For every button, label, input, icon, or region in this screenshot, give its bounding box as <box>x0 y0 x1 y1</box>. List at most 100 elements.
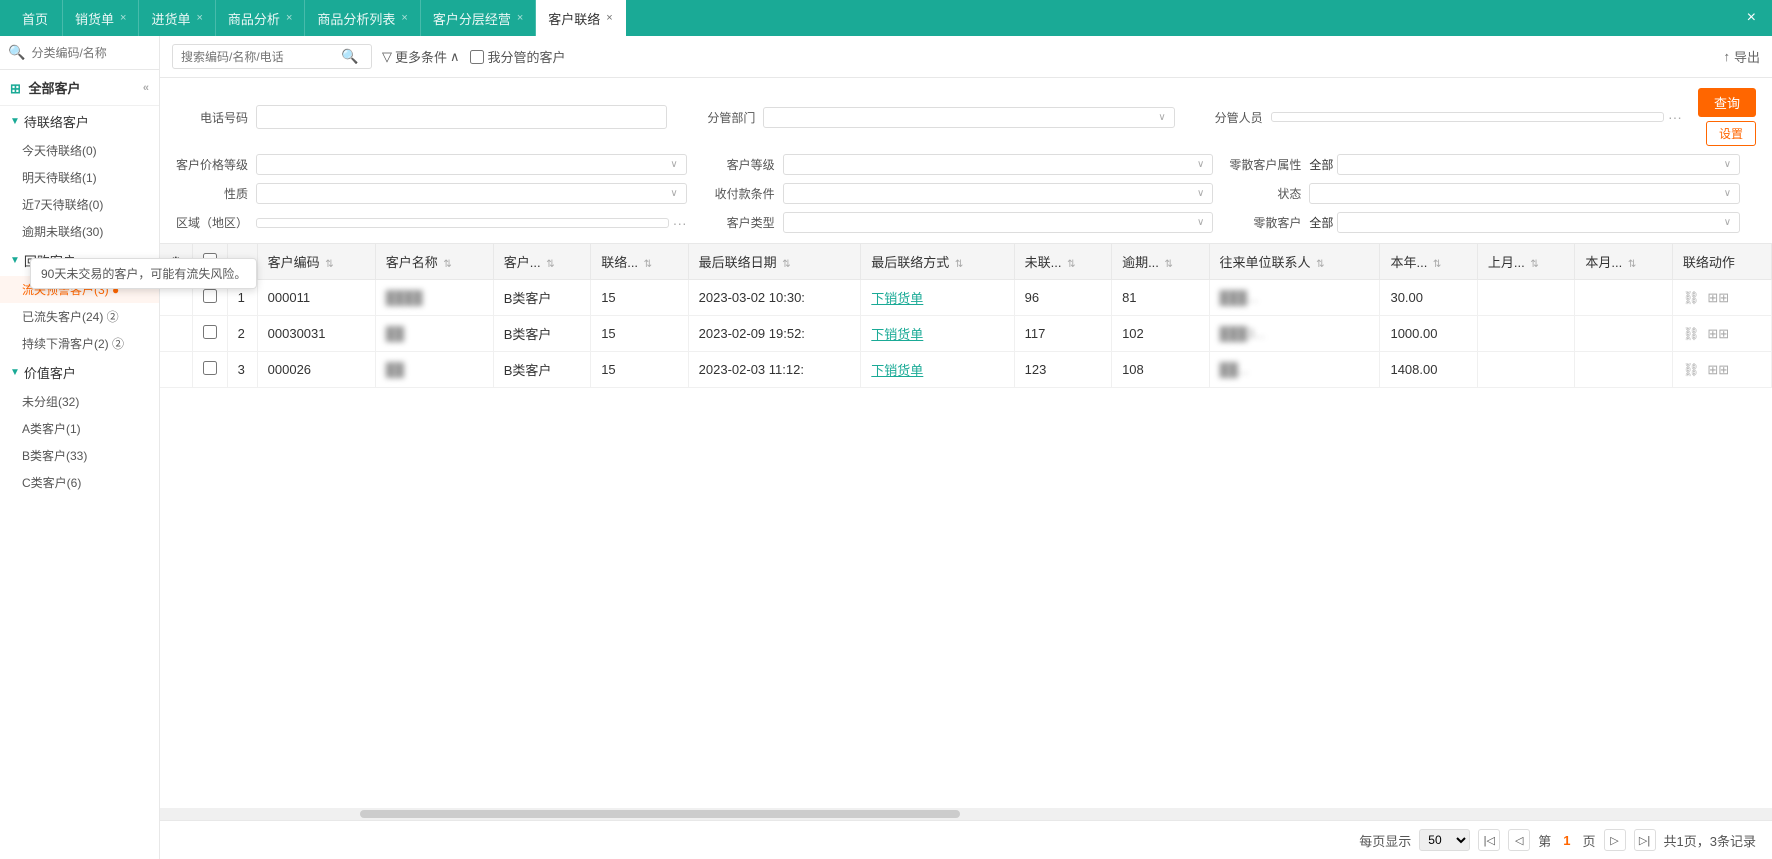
contact-link[interactable]: 下销货单 <box>871 327 923 342</box>
tab-analysis[interactable]: 商品分析 × <box>216 0 305 36</box>
col-this-year[interactable]: 本年... ⇅ <box>1380 244 1477 280</box>
cell-last-date: 2023-02-03 11:12: <box>688 352 861 388</box>
filter-person-select[interactable] <box>1271 112 1664 122</box>
main-search-icon[interactable]: 🔍 <box>341 48 358 65</box>
sidebar-item-today-pending[interactable]: 今天待联络(0) <box>0 137 159 164</box>
filter-person-more-icon[interactable]: ··· <box>1668 109 1682 125</box>
row-checkbox[interactable] <box>203 289 217 303</box>
col-type[interactable]: 客户... ⇅ <box>493 244 590 280</box>
tab-home-label: 首页 <box>22 9 48 28</box>
filter-dept-select[interactable]: ∨ <box>763 107 1174 128</box>
grid-action-icon[interactable]: ⊞⊞ <box>1707 326 1729 342</box>
page-next-btn[interactable]: ▷ <box>1604 829 1626 851</box>
close-customer-tier-icon[interactable]: × <box>517 12 523 24</box>
sidebar-item-class-c[interactable]: C类客户(6) <box>0 469 159 496</box>
filter-level-select[interactable]: ∨ <box>783 154 1214 175</box>
export-button[interactable]: ↑ 导出 <box>1723 47 1760 66</box>
tab-home[interactable]: 首页 <box>8 0 63 36</box>
tab-customer-tier[interactable]: 客户分层经营 × <box>421 0 536 36</box>
col-this-month[interactable]: 本月... ⇅ <box>1575 244 1672 280</box>
main-search-input[interactable] <box>181 50 341 64</box>
contact-link[interactable]: 下销货单 <box>871 291 923 306</box>
sidebar-item-churned[interactable]: 已流失客户(24) ② <box>0 303 159 330</box>
collapse-icon[interactable]: « <box>143 82 149 94</box>
sidebar-search-input[interactable] <box>31 46 151 60</box>
col-name[interactable]: 客户名称 ⇅ <box>375 244 493 280</box>
filter-ctype-select[interactable]: ∨ <box>783 212 1214 233</box>
filter-zero-customer-select[interactable]: ∨ <box>1337 212 1740 233</box>
nav-close-all-button[interactable]: × <box>1739 9 1764 27</box>
filter-payment-select[interactable]: ∨ <box>783 183 1214 204</box>
more-conditions-btn[interactable]: ▽ 更多条件 ∧ <box>382 47 460 66</box>
cell-action: ⛓ ⊞⊞ <box>1672 352 1771 388</box>
horizontal-scrollbar[interactable] <box>160 808 1772 820</box>
sidebar-item-tomorrow-pending[interactable]: 明天待联络(1) <box>0 164 159 191</box>
col-action: 联络动作 <box>1672 244 1771 280</box>
cell-action: ⛓ ⊞⊞ <box>1672 280 1771 316</box>
col-last-date[interactable]: 最后联络日期 ⇅ <box>688 244 861 280</box>
contact-link[interactable]: 下销货单 <box>871 363 923 378</box>
col-code[interactable]: 客户编码 ⇅ <box>257 244 375 280</box>
settings-button[interactable]: 设置 <box>1706 121 1756 146</box>
sidebar-item-overdue-pending[interactable]: 逾期未联络(30) <box>0 218 159 245</box>
tab-purchase-label: 进货单 <box>151 9 190 28</box>
filter-price-select[interactable]: ∨ <box>256 154 687 175</box>
col-not-contact[interactable]: 未联... ⇅ <box>1014 244 1111 280</box>
my-customers-checkbox[interactable] <box>470 50 484 64</box>
close-analysis-list-icon[interactable]: × <box>401 12 407 24</box>
page-suffix: 页 <box>1583 831 1596 850</box>
sidebar-group-pending[interactable]: ▼ 待联络客户 <box>0 106 159 137</box>
filter-gender-select[interactable]: ∨ <box>256 183 687 204</box>
sidebar-item-7days-pending[interactable]: 近7天待联络(0) <box>0 191 159 218</box>
filter-zero-attr-select[interactable]: ∨ <box>1337 154 1740 175</box>
cell-last-method[interactable]: 下销货单 <box>861 316 1014 352</box>
export-icon: ↑ <box>1723 49 1730 64</box>
sidebar-item-ungrouped[interactable]: 未分组(32) <box>0 388 159 415</box>
filter-status-select[interactable]: ∨ <box>1309 183 1740 204</box>
query-button[interactable]: 查询 <box>1698 88 1756 117</box>
page-first-btn[interactable]: |◁ <box>1478 829 1500 851</box>
tab-customer-contact[interactable]: 客户联络 × <box>536 0 625 36</box>
sidebar-item-class-a[interactable]: A类客户(1) <box>0 415 159 442</box>
close-customer-contact-icon[interactable]: × <box>606 12 612 24</box>
tab-analysis-list[interactable]: 商品分析列表 × <box>305 0 420 36</box>
filter-phone-input[interactable] <box>256 105 667 129</box>
cell-type: B类客户 <box>493 280 590 316</box>
col-unit-contact[interactable]: 往来单位联系人 ⇅ <box>1209 244 1380 280</box>
col-last-month[interactable]: 上月... ⇅ <box>1477 244 1574 280</box>
close-sales-icon[interactable]: × <box>120 12 126 24</box>
tab-purchase[interactable]: 进货单 × <box>139 0 215 36</box>
close-purchase-icon[interactable]: × <box>196 12 202 24</box>
page-prev-btn[interactable]: ◁ <box>1508 829 1530 851</box>
per-page-select[interactable]: 50 100 <box>1419 829 1470 851</box>
row-checkbox[interactable] <box>203 361 217 375</box>
link-action-icon[interactable]: ⛓ <box>1683 290 1700 306</box>
page-last-btn[interactable]: ▷| <box>1634 829 1656 851</box>
col-contact[interactable]: 联络... ⇅ <box>591 244 688 280</box>
tooltip-churn-warning: 90天未交易的客户，可能有流失风险。 <box>30 258 257 289</box>
cell-last-method[interactable]: 下销货单 <box>861 352 1014 388</box>
grid-action-icon[interactable]: ⊞⊞ <box>1707 290 1729 306</box>
scrollbar-thumb[interactable] <box>360 810 960 818</box>
sidebar-item-declining[interactable]: 持续下滑客户(2) ② <box>0 330 159 357</box>
cell-last-date: 2023-03-02 10:30: <box>688 280 861 316</box>
close-analysis-icon[interactable]: × <box>286 12 292 24</box>
row-checkbox[interactable] <box>203 325 217 339</box>
col-overdue[interactable]: 逾期... ⇅ <box>1112 244 1209 280</box>
col-last-method[interactable]: 最后联络方式 ⇅ <box>861 244 1014 280</box>
link-action-icon[interactable]: ⛓ <box>1683 326 1700 342</box>
filter-zero-attr-value: 全部 <box>1309 156 1333 173</box>
cell-last-method[interactable]: 下销货单 <box>861 280 1014 316</box>
link-action-icon[interactable]: ⛓ <box>1683 362 1700 378</box>
cell-overdue: 108 <box>1112 352 1209 388</box>
sidebar-all-customers[interactable]: ⊞ 全部客户 « <box>0 70 159 106</box>
cell-name: ████ <box>375 280 493 316</box>
per-page-label: 每页显示 <box>1359 831 1411 850</box>
grid-action-icon[interactable]: ⊞⊞ <box>1707 362 1729 378</box>
filter-region-select[interactable] <box>256 218 669 228</box>
sidebar-group-value[interactable]: ▼ 价值客户 <box>0 357 159 388</box>
filter-region-more-icon[interactable]: ··· <box>673 215 687 231</box>
tab-sales[interactable]: 销货单 × <box>63 0 139 36</box>
sidebar-item-class-b[interactable]: B类客户(33) <box>0 442 159 469</box>
cell-this-year: 30.00 <box>1380 280 1477 316</box>
